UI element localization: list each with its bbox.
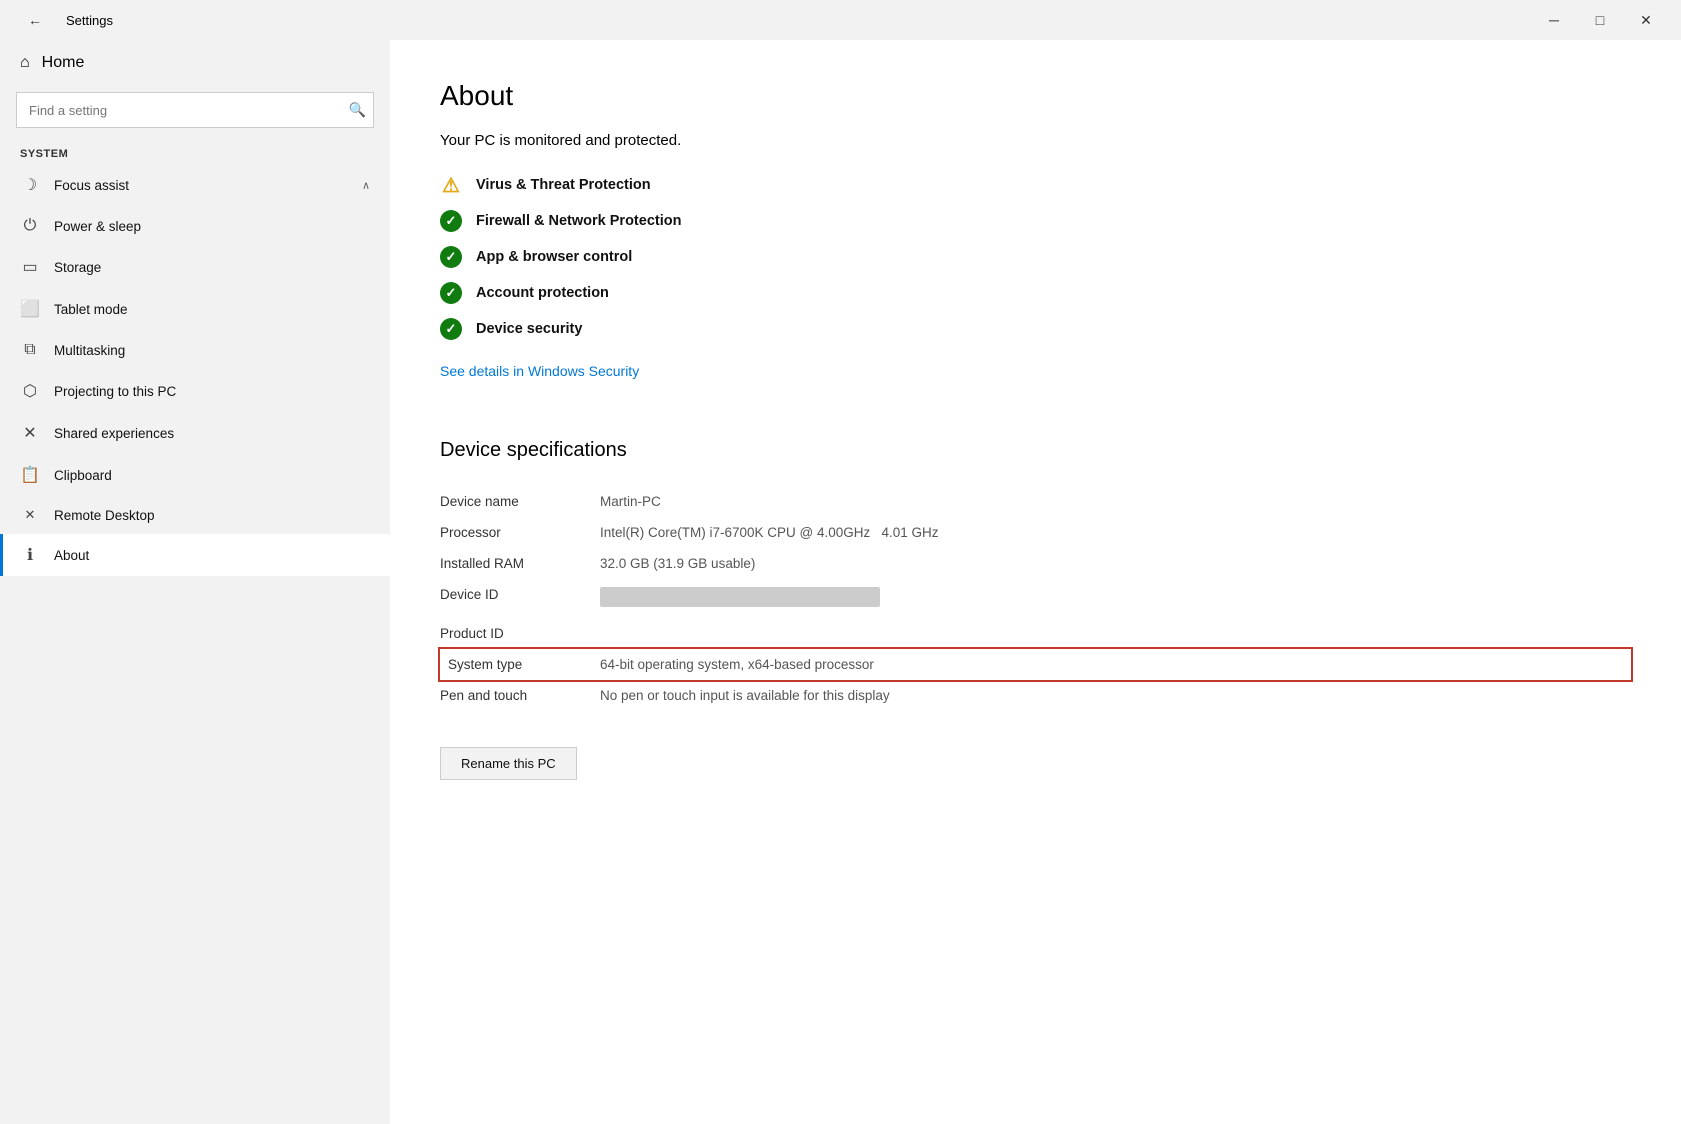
- remote-desktop-icon: ✕: [20, 507, 40, 523]
- ok-icon: ✓: [440, 318, 462, 340]
- search-box: 🔍: [16, 92, 374, 128]
- search-icon: 🔍: [349, 102, 366, 119]
- sidebar-item-label: Tablet mode: [54, 302, 128, 317]
- sidebar-item-projecting[interactable]: ⬡ Projecting to this PC: [0, 370, 390, 412]
- spec-label: Product ID: [440, 618, 600, 649]
- sidebar: ⌂ Home 🔍 System ☽ Focus assist ∧ ⏻ Power…: [0, 40, 390, 1124]
- see-details-link[interactable]: See details in Windows Security: [440, 363, 639, 379]
- protection-item-device-security: ✓ Device security: [440, 311, 1631, 347]
- sidebar-item-clipboard[interactable]: 📋 Clipboard: [0, 454, 390, 496]
- spec-row-ram: Installed RAM 32.0 GB (31.9 GB usable): [440, 548, 1631, 579]
- sidebar-item-shared-experiences[interactable]: ✕ Shared experiences: [0, 412, 390, 454]
- minimize-icon: ─: [1549, 12, 1559, 28]
- spec-row-processor: Processor Intel(R) Core(TM) i7-6700K CPU…: [440, 517, 1631, 548]
- rename-pc-button[interactable]: Rename this PC: [440, 747, 577, 780]
- sidebar-item-label: Projecting to this PC: [54, 384, 176, 399]
- spec-label: Device ID: [440, 579, 600, 618]
- spec-label: Installed RAM: [440, 548, 600, 579]
- maximize-icon: □: [1596, 12, 1604, 28]
- clipboard-icon: 📋: [20, 465, 40, 485]
- back-icon: ←: [28, 12, 42, 28]
- close-button[interactable]: ✕: [1623, 0, 1669, 40]
- sidebar-item-storage[interactable]: ▭ Storage: [0, 246, 390, 288]
- protection-item-label: App & browser control: [476, 249, 632, 265]
- protection-list: ⚠ Virus & Threat Protection ✓ Firewall &…: [440, 167, 1631, 347]
- window-controls: ─ □ ✕: [1531, 0, 1669, 40]
- sidebar-section-label: System: [0, 142, 390, 164]
- search-input[interactable]: [16, 92, 374, 128]
- back-button[interactable]: ←: [12, 0, 58, 40]
- sidebar-item-label: Focus assist: [54, 178, 129, 193]
- spec-row-device-name: Device name Martin-PC: [440, 486, 1631, 517]
- page-title: About: [440, 80, 1631, 112]
- main-container: ⌂ Home 🔍 System ☽ Focus assist ∧ ⏻ Power…: [0, 40, 1681, 1124]
- device-specs-title: Device specifications: [440, 439, 1631, 462]
- minimize-button[interactable]: ─: [1531, 0, 1577, 40]
- home-icon: ⌂: [20, 54, 30, 72]
- projecting-icon: ⬡: [20, 381, 40, 401]
- sidebar-item-label: Remote Desktop: [54, 508, 155, 523]
- sidebar-item-remote-desktop[interactable]: ✕ Remote Desktop: [0, 496, 390, 534]
- spec-row-product-id: Product ID: [440, 618, 1631, 649]
- protection-item-label: Virus & Threat Protection: [476, 177, 651, 193]
- sidebar-item-about[interactable]: ℹ About: [0, 534, 390, 576]
- chevron-up-icon: ∧: [362, 179, 370, 192]
- protection-subtitle: Your PC is monitored and protected.: [440, 132, 1631, 149]
- shared-experiences-icon: ✕: [20, 423, 40, 443]
- protection-item-label: Account protection: [476, 285, 609, 301]
- spec-value: [600, 618, 1631, 649]
- sidebar-home-item[interactable]: ⌂ Home: [0, 40, 390, 86]
- specs-table: Device name Martin-PC Processor Intel(R)…: [440, 486, 1631, 711]
- focus-assist-icon: ☽: [20, 175, 40, 195]
- sidebar-item-tablet-mode[interactable]: ⬜ Tablet mode: [0, 288, 390, 330]
- spec-value: [600, 579, 1631, 618]
- protection-item-label: Device security: [476, 321, 582, 337]
- about-icon: ℹ: [20, 545, 40, 565]
- spec-value: Martin-PC: [600, 486, 1631, 517]
- titlebar: ← Settings ─ □ ✕: [0, 0, 1681, 40]
- sidebar-item-focus-assist[interactable]: ☽ Focus assist ∧: [0, 164, 390, 206]
- spec-row-system-type: System type 64-bit operating system, x64…: [440, 649, 1631, 680]
- storage-icon: ▭: [20, 257, 40, 277]
- protection-item-firewall: ✓ Firewall & Network Protection: [440, 203, 1631, 239]
- spec-row-device-id: Device ID: [440, 579, 1631, 618]
- ok-icon: ✓: [440, 210, 462, 232]
- spec-label: Processor: [440, 517, 600, 548]
- sidebar-item-power-sleep[interactable]: ⏻ Power & sleep: [0, 206, 390, 246]
- sidebar-item-label: Multitasking: [54, 343, 125, 358]
- sidebar-home-label: Home: [42, 54, 85, 72]
- ok-icon: ✓: [440, 282, 462, 304]
- warning-icon: ⚠: [440, 174, 462, 196]
- sidebar-item-label: Storage: [54, 260, 101, 275]
- sidebar-item-label: Clipboard: [54, 468, 112, 483]
- spec-value: No pen or touch input is available for t…: [600, 680, 1631, 711]
- protection-item-label: Firewall & Network Protection: [476, 213, 681, 229]
- spec-value: 32.0 GB (31.9 GB usable): [600, 548, 1631, 579]
- spec-label: Device name: [440, 486, 600, 517]
- close-icon: ✕: [1640, 12, 1652, 29]
- sidebar-item-label: Shared experiences: [54, 426, 174, 441]
- spec-value: Intel(R) Core(TM) i7-6700K CPU @ 4.00GHz…: [600, 517, 1631, 548]
- multitasking-icon: ⧉: [20, 341, 40, 359]
- protection-item-app-browser: ✓ App & browser control: [440, 239, 1631, 275]
- ok-icon: ✓: [440, 246, 462, 268]
- spec-label: System type: [440, 649, 600, 680]
- content-area: About Your PC is monitored and protected…: [390, 40, 1681, 1124]
- redacted-device-id: [600, 587, 880, 607]
- spec-value: 64-bit operating system, x64-based proce…: [600, 649, 1631, 680]
- power-sleep-icon: ⏻: [20, 217, 40, 235]
- maximize-button[interactable]: □: [1577, 0, 1623, 40]
- spec-label: Pen and touch: [440, 680, 600, 711]
- spec-row-pen-touch: Pen and touch No pen or touch input is a…: [440, 680, 1631, 711]
- section-divider: [440, 409, 1631, 439]
- tablet-mode-icon: ⬜: [20, 299, 40, 319]
- protection-item-account: ✓ Account protection: [440, 275, 1631, 311]
- sidebar-item-multitasking[interactable]: ⧉ Multitasking: [0, 330, 390, 370]
- titlebar-title: Settings: [66, 13, 113, 28]
- protection-item-virus: ⚠ Virus & Threat Protection: [440, 167, 1631, 203]
- sidebar-item-label: About: [54, 548, 89, 563]
- sidebar-item-label: Power & sleep: [54, 219, 141, 234]
